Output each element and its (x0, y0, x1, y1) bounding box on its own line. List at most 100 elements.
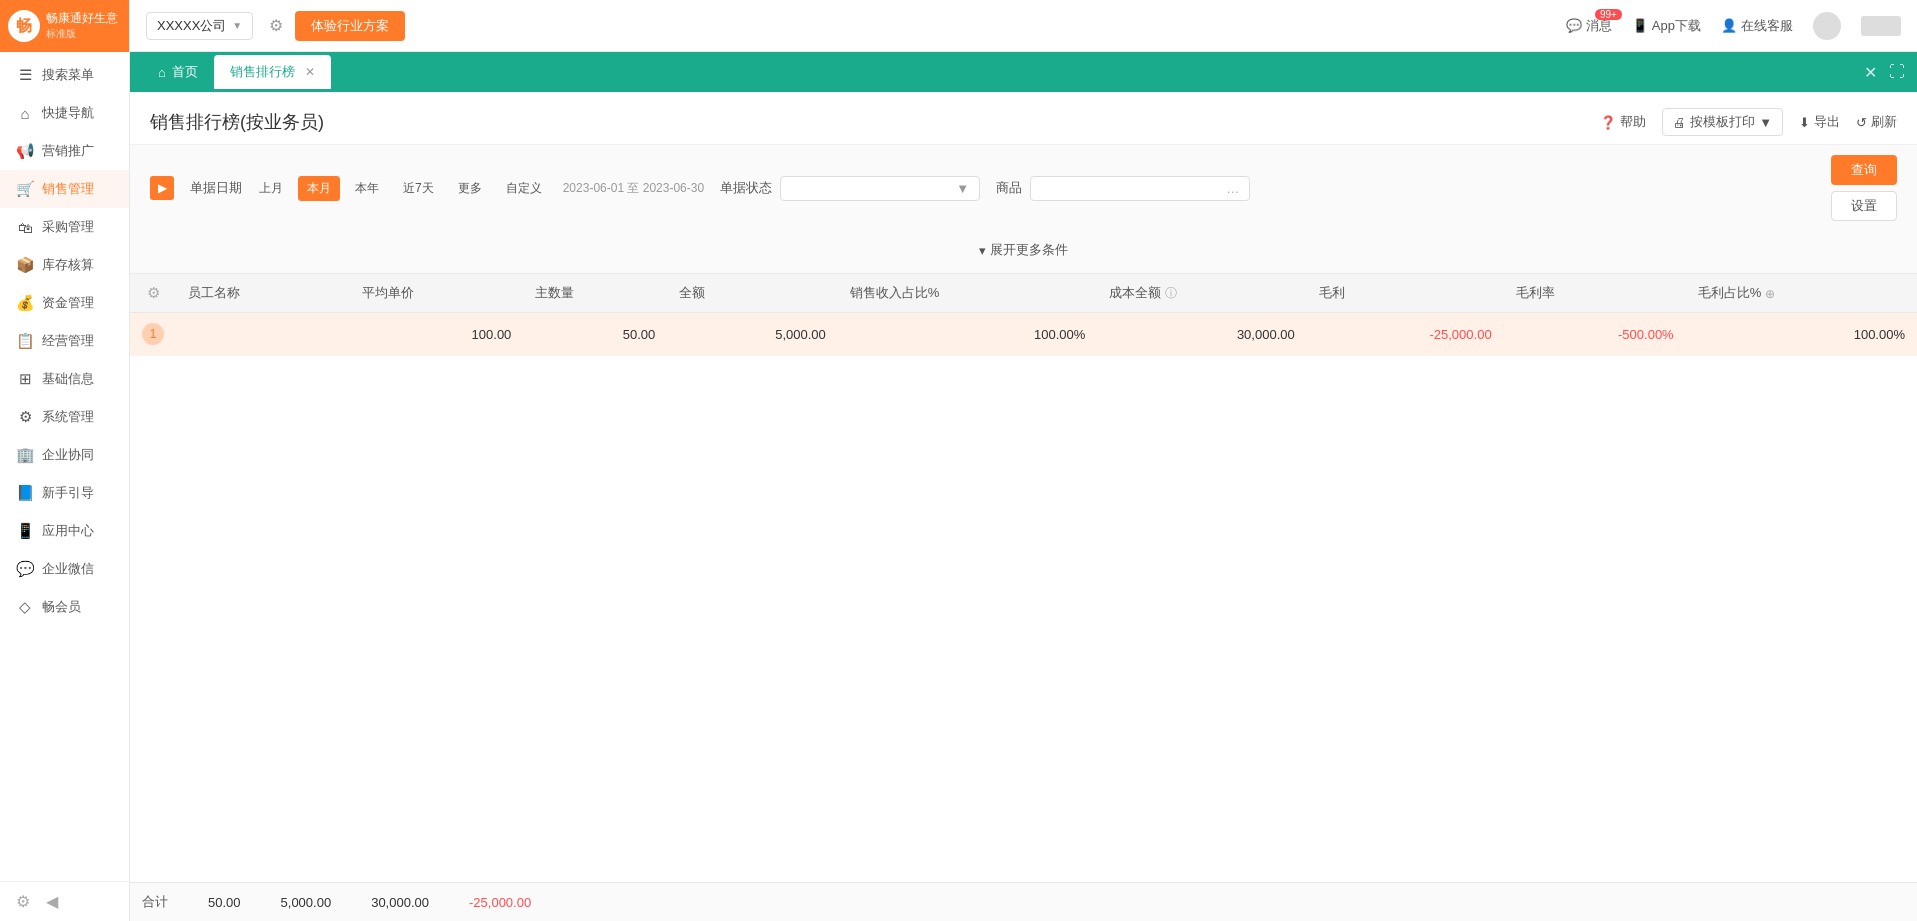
company-select[interactable]: XXXXX公司 ▼ (146, 12, 253, 40)
msg-btn[interactable]: 💬 消息 99+ (1566, 17, 1612, 35)
tab-sales-ranking[interactable]: 销售排行榜 ✕ (214, 55, 331, 89)
msg-icon: 💬 (1566, 18, 1582, 33)
sidebar-item-label: 经营管理 (42, 332, 94, 350)
col-gross-pct: 毛利占比% ⊕ (1686, 274, 1917, 313)
settings-bottom-icon[interactable]: ⚙ (16, 892, 30, 911)
template-print-btn[interactable]: 🖨 按模板打印 ▼ (1662, 108, 1783, 136)
sidebar-item-search[interactable]: ☰ 搜索菜单 (0, 56, 129, 94)
settings-btn[interactable]: 设置 (1831, 191, 1897, 221)
footer-cost: 30,000.00 (371, 895, 429, 910)
guide-icon: 📘 (16, 484, 34, 502)
sidebar-item-sales[interactable]: 🛒 销售管理 (0, 170, 129, 208)
rank-badge: 1 (142, 323, 164, 345)
sidebar-item-label: 采购管理 (42, 218, 94, 236)
sidebar-bottom: ⚙ ◀ (0, 881, 129, 921)
expand-row: ▾ 展开更多条件 (130, 231, 1917, 273)
goods-input[interactable]: … (1030, 176, 1250, 201)
refresh-btn[interactable]: ↺ 刷新 (1856, 113, 1897, 131)
sidebar-item-inventory[interactable]: 📦 库存核算 (0, 246, 129, 284)
trial-btn[interactable]: 体验行业方案 (295, 11, 405, 41)
cost-info-icon[interactable]: ⓘ (1165, 286, 1177, 300)
table-header-row: ⚙ 员工名称 平均单价 主数量 全额 销售收入占比% 成本全额 ⓘ 毛利 毛利率 (130, 274, 1917, 313)
query-settings-area: 查询 设置 (1831, 155, 1897, 221)
sidebar-item-label: 应用中心 (42, 522, 94, 540)
col-sales-pct: 销售收入占比% (838, 274, 1098, 313)
sidebar-item-guide[interactable]: 📘 新手引导 (0, 474, 129, 512)
date-btn-custom[interactable]: 自定义 (497, 176, 551, 201)
tab-home-label: 首页 (172, 63, 198, 81)
wechat-icon: 💬 (16, 560, 34, 578)
expand-conditions-btn[interactable]: ▾ 展开更多条件 (979, 235, 1068, 265)
date-filter: 单据日期 上月 本月 本年 近7天 更多 自定义 2023-06-01 至 20… (190, 176, 704, 201)
status-select[interactable]: ▼ (780, 176, 980, 201)
purchase-icon: 🛍 (16, 219, 34, 236)
col-settings-icon[interactable]: ⚙ (147, 284, 160, 301)
apps-icon: 📱 (16, 522, 34, 540)
date-btn-this-month[interactable]: 本月 (298, 176, 340, 201)
user-name-block (1861, 16, 1901, 36)
tab-close-icon[interactable]: ✕ (305, 65, 315, 79)
app-download-btn[interactable]: 📱 App下载 (1632, 17, 1701, 35)
sidebar-item-quick[interactable]: ⌂ 快捷导航 (0, 94, 129, 132)
refresh-icon: ↺ (1856, 115, 1867, 130)
date-btn-this-year[interactable]: 本年 (346, 176, 388, 201)
cell-cost: 30,000.00 (1097, 313, 1306, 356)
app-icon: 📱 (1632, 18, 1648, 33)
home-tab-icon: ⌂ (158, 65, 166, 80)
tab-close-all-icon[interactable]: ✕ (1864, 63, 1877, 82)
export-label: 导出 (1814, 113, 1840, 131)
page-header: 销售排行榜(按业务员) ❓ 帮助 🖨 按模板打印 ▼ ⬇ 导出 ↺ 刷新 (130, 92, 1917, 145)
date-filter-label: 单据日期 (190, 179, 242, 197)
footer-qty: 50.00 (208, 895, 241, 910)
sidebar: 畅 畅康通好生意 标准版 ☰ 搜索菜单 ⌂ 快捷导航 📢 营销推广 🛒 销售管理… (0, 0, 130, 921)
table-container: ⚙ 员工名称 平均单价 主数量 全额 销售收入占比% 成本全额 ⓘ 毛利 毛利率 (130, 274, 1917, 882)
tabbar: ⌂ 首页 销售排行榜 ✕ ✕ ⛶ (130, 52, 1917, 92)
sidebar-item-operation[interactable]: 📋 经营管理 (0, 322, 129, 360)
sidebar-item-system[interactable]: ⚙ 系统管理 (0, 398, 129, 436)
date-btn-7days[interactable]: 近7天 (394, 176, 443, 201)
user-avatar[interactable] (1813, 12, 1841, 40)
sidebar-item-wechat[interactable]: 💬 企业微信 (0, 550, 129, 588)
goods-filter-label: 商品 (996, 179, 1022, 197)
goods-filter: 商品 … (996, 176, 1250, 201)
goods-more-icon: … (1226, 181, 1239, 196)
sidebar-item-label: 新手引导 (42, 484, 94, 502)
cell-amount: 5,000.00 (667, 313, 838, 356)
finance-icon: 💰 (16, 294, 34, 312)
gross-pct-info-icon[interactable]: ⊕ (1765, 287, 1775, 301)
operation-icon: 📋 (16, 332, 34, 350)
inventory-icon: 📦 (16, 256, 34, 274)
home-icon: ⌂ (16, 105, 34, 122)
collapse-sidebar-icon[interactable]: ◀ (46, 892, 58, 911)
cell-sales-pct: 100.00% (838, 313, 1098, 356)
logo-text: 畅康通好生意 标准版 (46, 11, 118, 41)
tab-home[interactable]: ⌂ 首页 (142, 55, 214, 89)
query-btn[interactable]: 查询 (1831, 155, 1897, 185)
page-title: 销售排行榜(按业务员) (150, 110, 324, 134)
service-icon: 👤 (1721, 18, 1737, 33)
sidebar-item-marketing[interactable]: 📢 营销推广 (0, 132, 129, 170)
expand-down-icon: ▾ (979, 243, 986, 258)
help-icon: ❓ (1600, 115, 1616, 130)
sidebar-item-purchase[interactable]: 🛍 采购管理 (0, 208, 129, 246)
col-avg-price: 平均单价 (350, 274, 524, 313)
sidebar-item-basic[interactable]: ⊞ 基础信息 (0, 360, 129, 398)
company-dropdown-arrow: ▼ (232, 20, 242, 31)
sidebar-item-finance[interactable]: 💰 资金管理 (0, 284, 129, 322)
sidebar-item-enterprise[interactable]: 🏢 企业协同 (0, 436, 129, 474)
sidebar-item-member[interactable]: ◇ 畅会员 (0, 588, 129, 626)
data-table: ⚙ 员工名称 平均单价 主数量 全额 销售收入占比% 成本全额 ⓘ 毛利 毛利率 (130, 274, 1917, 356)
online-service-btn[interactable]: 👤 在线客服 (1721, 17, 1793, 35)
member-icon: ◇ (16, 598, 34, 616)
expand-arrow-icon: ▶ (158, 181, 167, 195)
sidebar-item-apps[interactable]: 📱 应用中心 (0, 512, 129, 550)
tab-fullscreen-icon[interactable]: ⛶ (1889, 63, 1905, 81)
sidebar-item-label: 畅会员 (42, 598, 81, 616)
help-btn[interactable]: ❓ 帮助 (1600, 113, 1646, 131)
export-btn[interactable]: ⬇ 导出 (1799, 113, 1840, 131)
topbar-settings-icon[interactable]: ⚙ (269, 16, 283, 35)
date-btn-last-month[interactable]: 上月 (250, 176, 292, 201)
date-btn-more[interactable]: 更多 (449, 176, 491, 201)
filter-expand-toggle[interactable]: ▶ (150, 176, 174, 200)
msg-badge: 99+ (1595, 9, 1622, 20)
